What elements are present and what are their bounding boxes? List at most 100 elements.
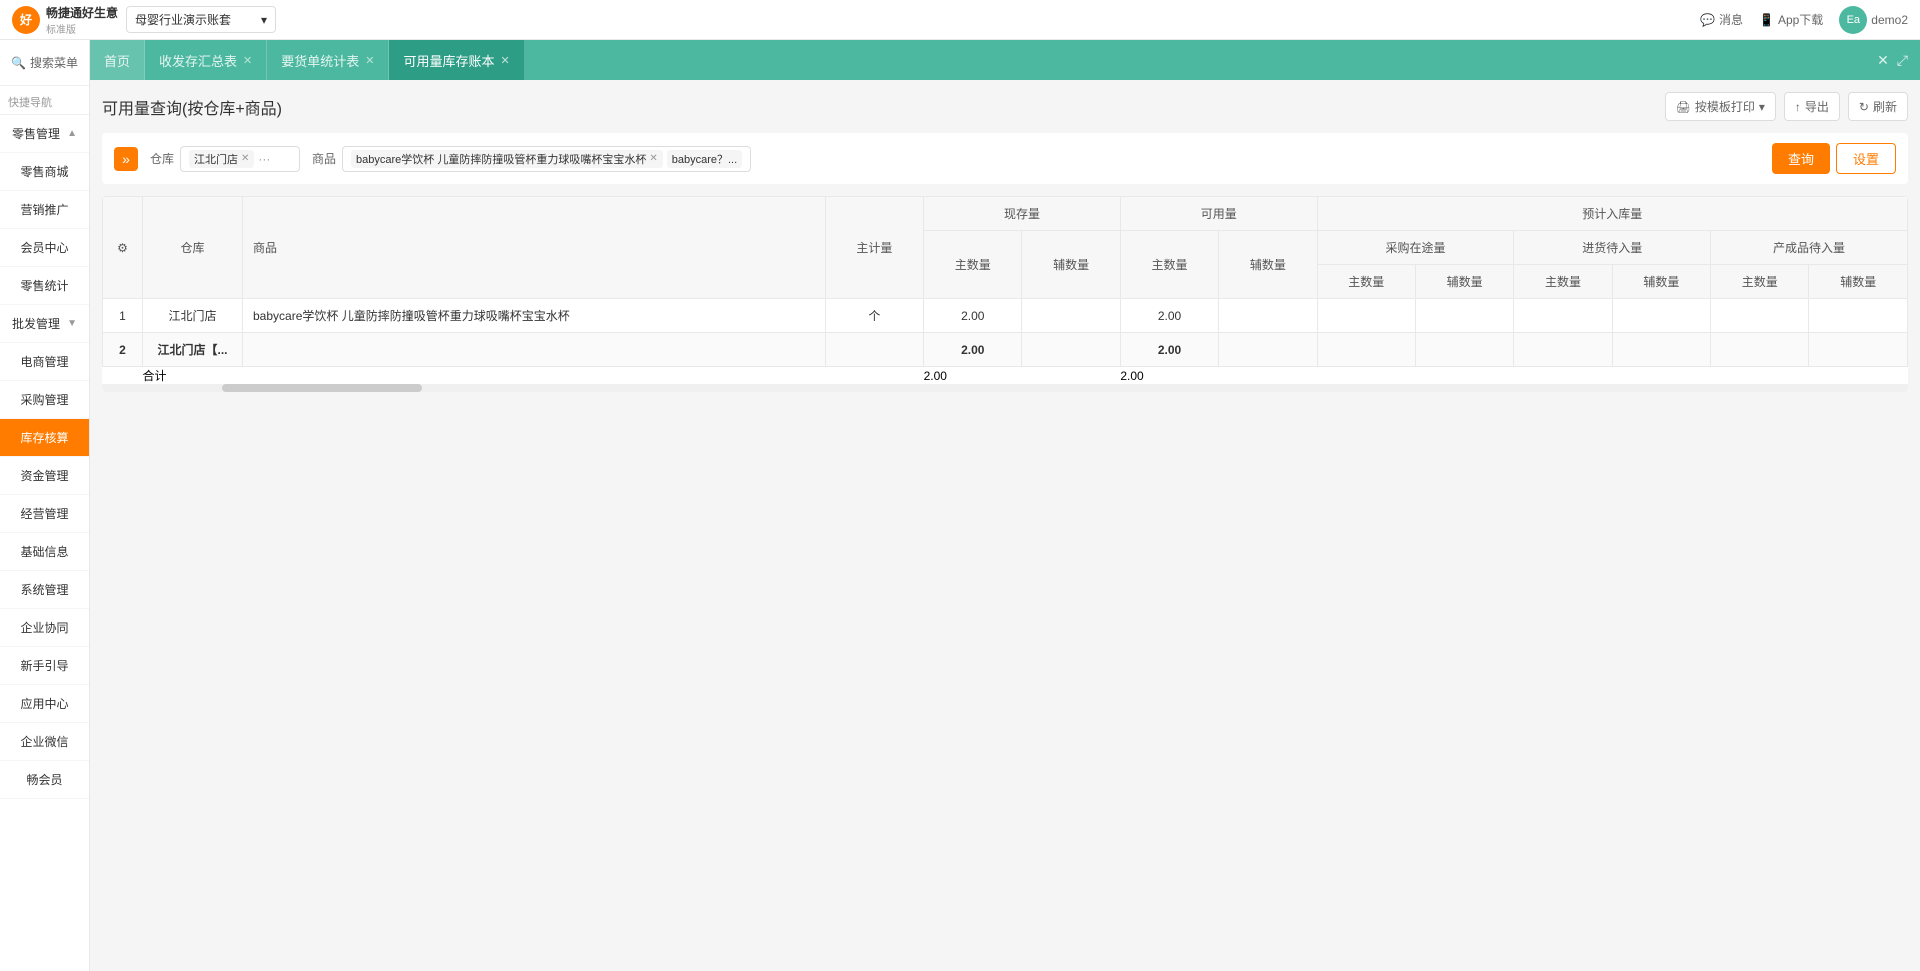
total-unit <box>825 367 923 385</box>
tab-close-order-stats[interactable]: ✕ <box>365 54 374 67</box>
scroll-bar-thumb[interactable] <box>222 384 422 392</box>
tab-close-collect-summary[interactable]: ✕ <box>243 54 252 67</box>
product-tag-1-close[interactable]: ✕ <box>649 153 657 164</box>
logo-area: 好 畅捷通好生意 标准版 <box>12 4 118 36</box>
logo-icon: 好 <box>12 6 40 34</box>
tab-home[interactable]: 首页 <box>90 40 145 80</box>
th-stock-aux: 辅数量 <box>1022 231 1120 299</box>
th-settings[interactable]: ⚙ <box>103 197 143 299</box>
refresh-button[interactable]: ↻ 刷新 <box>1848 92 1908 121</box>
print-button[interactable]: 🖨 按模板打印 ▾ <box>1665 92 1776 121</box>
header-row-1: ⚙ 仓库 商品 主计量 现存量 可用量 预计入库量 <box>103 197 1908 231</box>
sidebar-item-finance[interactable]: 资金管理 <box>0 457 89 495</box>
scroll-bar-area[interactable] <box>102 384 1908 392</box>
total-available-main: 2.00 <box>1120 367 1218 385</box>
message-action[interactable]: 💬 消息 <box>1700 11 1743 28</box>
sidebar-item-purchase-mgmt[interactable]: 采购管理 <box>0 381 89 419</box>
total-pt-aux <box>1415 367 1513 385</box>
warehouse-filter-input[interactable]: 江北门店 ✕ ··· <box>180 146 300 172</box>
settings-icon[interactable]: ⚙ <box>117 241 128 255</box>
sidebar-item-ecommerce[interactable]: 电商管理 <box>0 343 89 381</box>
total-row: 合计 2.00 2.00 <box>103 367 1908 385</box>
sidebar-item-basic-info[interactable]: 基础信息 <box>0 533 89 571</box>
sidebar-item-app-center[interactable]: 应用中心 <box>0 685 89 723</box>
subtotal-row: 2 江北门店【... 2.00 2.00 <box>103 333 1908 367</box>
total-fp-main <box>1711 367 1809 385</box>
message-label: 消息 <box>1719 11 1743 28</box>
cell-fp-aux <box>1809 299 1908 333</box>
warehouse-tag-close[interactable]: ✕ <box>241 153 249 164</box>
product-filter-input[interactable]: babycare学饮杯 儿童防摔防撞吸管杯重力球吸嘴杯宝宝水杯 ✕ babyca… <box>342 146 751 172</box>
app-download-action[interactable]: 📱 App下载 <box>1759 11 1823 28</box>
search-menu-button[interactable]: 🔍 搜索菜单 <box>8 48 81 77</box>
th-available-aux: 辅数量 <box>1219 231 1317 299</box>
cell-fp-main <box>1711 299 1809 333</box>
sidebar-item-retail-mall[interactable]: 零售商城 <box>0 153 89 191</box>
product-tag-1-text: babycare学饮杯 儿童防摔防撞吸管杯重力球吸嘴杯宝宝水杯 <box>356 151 646 167</box>
cell-ip-aux <box>1612 299 1710 333</box>
search-icon: 🔍 <box>11 56 26 70</box>
sidebar-item-system-mgmt[interactable]: 系统管理 <box>0 571 89 609</box>
search-menu-label: 搜索菜单 <box>30 54 78 71</box>
expand-icon[interactable]: ⤢ <box>1897 52 1908 69</box>
product-tag-1: babycare学饮杯 儿童防摔防撞吸管杯重力球吸嘴杯宝宝水杯 ✕ <box>351 150 663 168</box>
tab-available-inventory[interactable]: 可用量库存账本 ✕ <box>389 40 524 80</box>
collect-summary-label: 收发存汇总表 <box>159 51 237 70</box>
sidebar-item-member-center[interactable]: 会员中心 <box>0 229 89 267</box>
th-ip-aux: 辅数量 <box>1612 265 1710 299</box>
subtotal-ip-main <box>1514 333 1612 367</box>
settings-button[interactable]: 设置 <box>1836 143 1896 174</box>
th-stock: 现存量 <box>924 197 1121 231</box>
query-button[interactable]: 查询 <box>1772 143 1830 174</box>
page-actions: 🖨 按模板打印 ▾ ↑ 导出 ↻ 刷新 <box>1665 92 1908 121</box>
sidebar-item-enterprise-wechat[interactable]: 企业微信 <box>0 723 89 761</box>
tab-close-available-inventory[interactable]: ✕ <box>501 54 510 67</box>
export-icon: ↑ <box>1795 100 1801 114</box>
th-stock-main: 主数量 <box>924 231 1022 299</box>
cell-ip-main <box>1514 299 1612 333</box>
th-available-main: 主数量 <box>1120 231 1218 299</box>
subtotal-ip-aux <box>1612 333 1710 367</box>
th-planned-inbound: 预计入库量 <box>1317 197 1907 231</box>
export-label: 导出 <box>1805 98 1829 115</box>
sidebar-item-inventory[interactable]: 库存核算 <box>0 419 89 457</box>
cell-stock-main: 2.00 <box>924 299 1022 333</box>
sidebar-item-marketing[interactable]: 营销推广 <box>0 191 89 229</box>
tab-bar: 首页 收发存汇总表 ✕ 要货单统计表 ✕ 可用量库存账本 ✕ ✕ ⤢ <box>90 40 1920 80</box>
export-button[interactable]: ↑ 导出 <box>1784 92 1840 121</box>
sidebar-item-retail-mgmt[interactable]: 零售管理 ▲ <box>0 115 89 153</box>
th-fp-main: 主数量 <box>1711 265 1809 299</box>
print-icon: 🖨 <box>1676 100 1691 114</box>
sidebar-item-enterprise-collab[interactable]: 企业协同 <box>0 609 89 647</box>
total-product <box>243 367 826 385</box>
top-bar-right: 💬 消息 📱 App下载 Ea demo2 <box>1700 6 1908 34</box>
tab-bar-right: ✕ ⤢ <box>1865 40 1920 80</box>
avatar: Ea <box>1839 6 1867 34</box>
sidebar-item-retail-stats[interactable]: 零售统计 <box>0 267 89 305</box>
total-stock-aux <box>1022 367 1120 385</box>
home-tab-label: 首页 <box>104 51 130 70</box>
subtotal-available-aux <box>1219 333 1317 367</box>
chevron-down-print-icon: ▾ <box>1759 100 1765 114</box>
product-filter-label: 商品 <box>312 150 336 167</box>
total-label: 合计 <box>143 367 243 385</box>
close-all-icon[interactable]: ✕ <box>1877 52 1889 69</box>
sidebar-item-wholesale-mgmt[interactable]: 批发管理 ▼ <box>0 305 89 343</box>
user-name: demo2 <box>1871 13 1908 27</box>
available-inventory-label: 可用量库存账本 <box>403 51 494 70</box>
sidebar-item-new-guide[interactable]: 新手引导 <box>0 647 89 685</box>
sidebar-item-operations[interactable]: 经营管理 <box>0 495 89 533</box>
org-selector[interactable]: 母婴行业演示账套 ▾ <box>126 6 276 33</box>
logo-subtitle: 标准版 <box>46 21 118 36</box>
filter-toggle-button[interactable]: » <box>114 147 138 171</box>
app-download-label: App下载 <box>1778 11 1823 28</box>
subtotal-unit <box>825 333 923 367</box>
tab-collect-summary[interactable]: 收发存汇总表 ✕ <box>145 40 267 80</box>
warehouse-ellipsis[interactable]: ··· <box>258 152 270 166</box>
tab-order-stats[interactable]: 要货单统计表 ✕ <box>267 40 389 80</box>
sidebar-nav-label: 快捷导航 <box>0 86 89 115</box>
sidebar-item-retail-mgmt-label: 零售管理 <box>12 125 60 142</box>
phone-icon: 📱 <box>1759 13 1774 27</box>
user-action[interactable]: Ea demo2 <box>1839 6 1908 34</box>
sidebar-item-member[interactable]: 畅会员 <box>0 761 89 799</box>
